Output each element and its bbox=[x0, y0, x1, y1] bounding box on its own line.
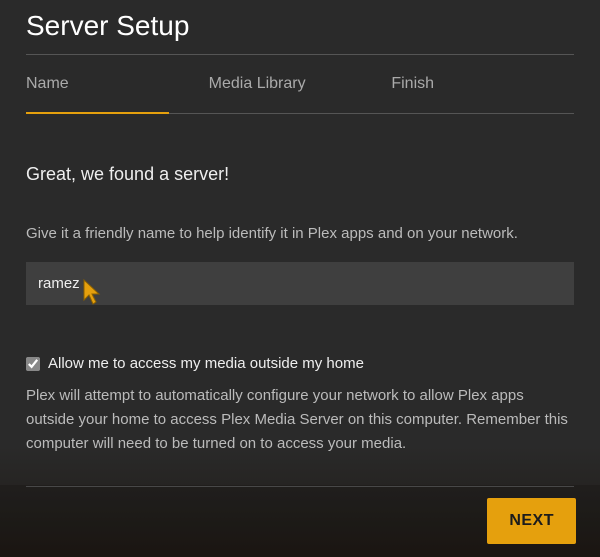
wizard-steps: Name Media Library Finish bbox=[26, 54, 574, 114]
remote-access-label: Allow me to access my media outside my h… bbox=[48, 355, 364, 372]
found-server-heading: Great, we found a server! bbox=[26, 164, 574, 185]
step-finish[interactable]: Finish bbox=[391, 55, 574, 113]
remote-access-description: Plex will attempt to automatically confi… bbox=[26, 384, 574, 456]
step-name[interactable]: Name bbox=[26, 55, 209, 113]
server-name-input[interactable] bbox=[26, 262, 574, 305]
page-title: Server Setup bbox=[26, 0, 574, 54]
remote-access-checkbox[interactable] bbox=[26, 357, 40, 371]
name-instruction: Give it a friendly name to help identify… bbox=[26, 225, 574, 242]
footer-bar: NEXT bbox=[0, 485, 600, 557]
step-media-library[interactable]: Media Library bbox=[209, 55, 392, 113]
next-button[interactable]: NEXT bbox=[487, 498, 576, 544]
